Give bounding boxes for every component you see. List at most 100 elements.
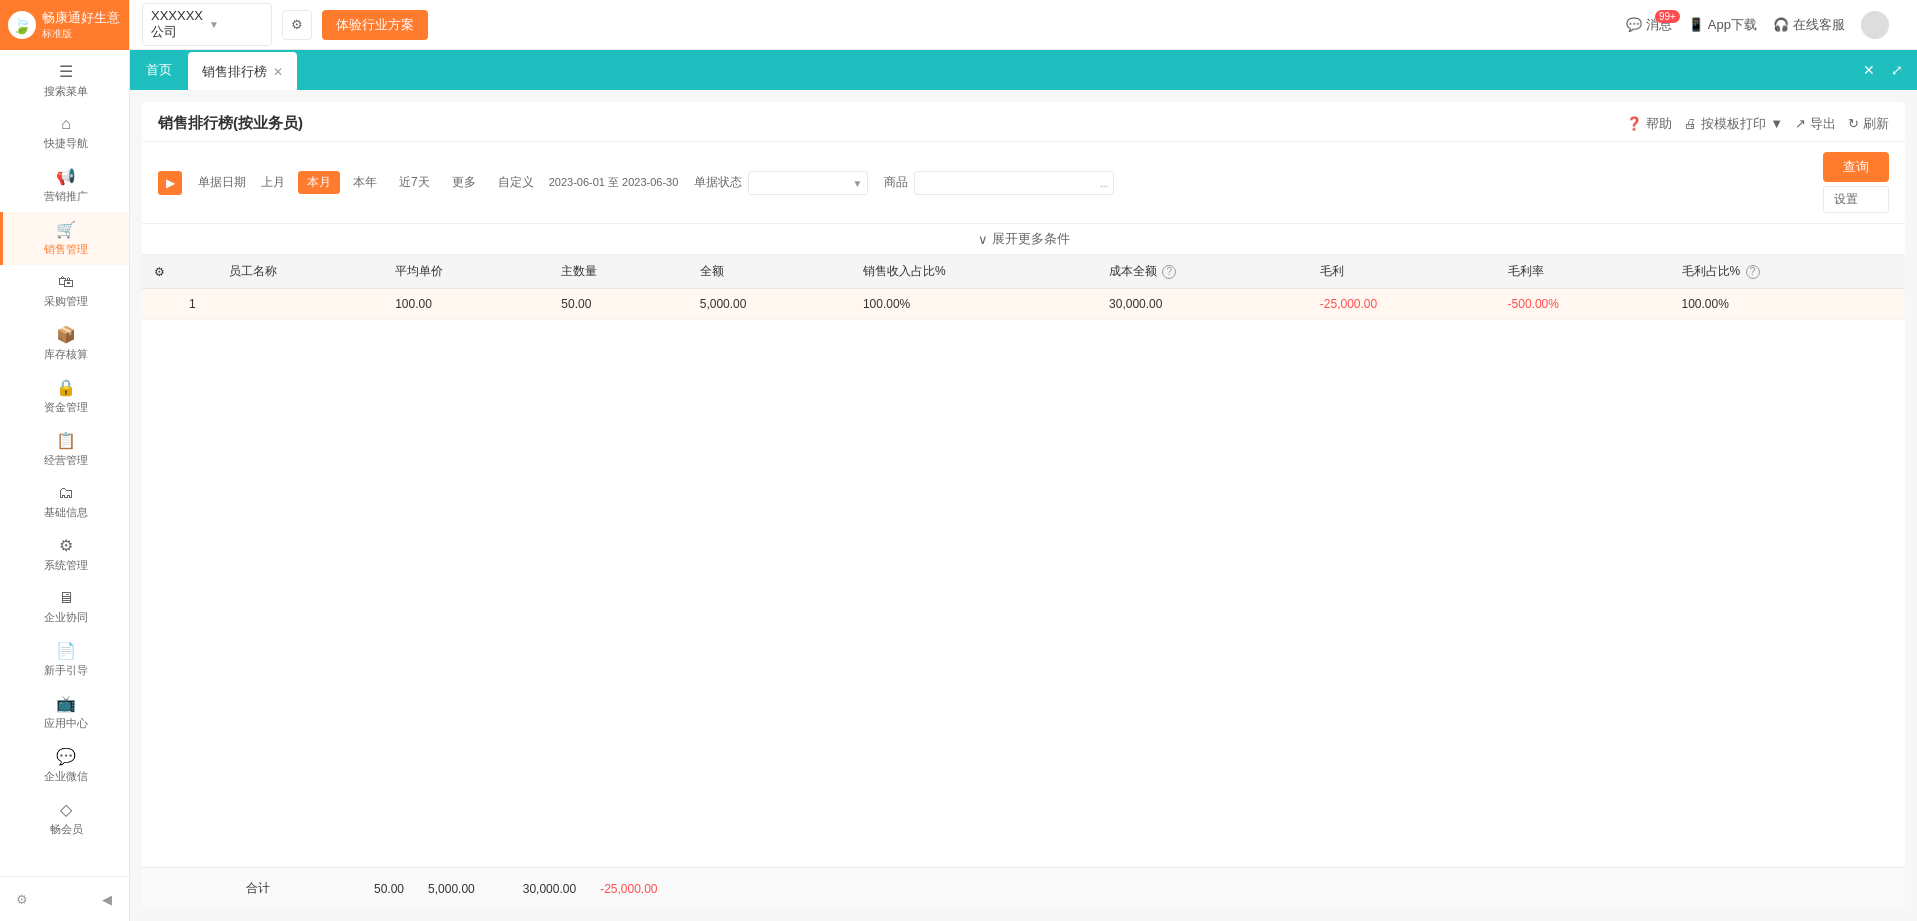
row-rank: 1 <box>177 289 217 320</box>
row-gross-rate: -500.00% <box>1496 289 1670 320</box>
sidebar-item-marketing[interactable]: 📢 营销推广 <box>0 159 129 212</box>
filter-toggle-btn[interactable]: ▶ <box>158 171 182 195</box>
sidebar-label-beginner-guide: 新手引导 <box>44 663 88 678</box>
page-header: 销售排行榜(按业务员) ❓ 帮助 🖨 按模板打印 ▼ ↗ 导出 <box>142 102 1905 142</box>
print-dropdown-arrow: ▼ <box>1770 116 1783 131</box>
help-btn[interactable]: ❓ 帮助 <box>1626 115 1672 133</box>
tab-sales-rank[interactable]: 销售排行榜 ✕ <box>188 52 297 92</box>
date-btn-更多[interactable]: 更多 <box>443 171 485 194</box>
message-btn[interactable]: 💬 消息 99+ <box>1626 16 1672 34</box>
sidebar-item-search-order[interactable]: ☰ 搜索菜单 <box>0 54 129 107</box>
sidebar-label-sales: 销售管理 <box>44 242 88 257</box>
sidebar-item-enterprise-collab[interactable]: 🖥 企业协同 <box>0 581 129 633</box>
sidebar-icon-purchase: 🛍 <box>58 273 74 291</box>
col-avg-price: 平均单价 <box>383 255 549 289</box>
date-btn-自定义[interactable]: 自定义 <box>489 171 543 194</box>
header-right: 💬 消息 99+ 📱 App下载 🎧 在线客服 <box>1626 11 1905 39</box>
row-amount: 5,000.00 <box>688 289 851 320</box>
footer-avg-price <box>282 885 362 893</box>
sidebar-item-app-center[interactable]: 📺 应用中心 <box>0 686 129 739</box>
footer-gross-rate <box>670 885 694 893</box>
col-name: 员工名称 <box>217 255 383 289</box>
row-name <box>217 289 383 320</box>
date-btn-近7天[interactable]: 近7天 <box>390 171 439 194</box>
app-icon: 📱 <box>1688 17 1704 32</box>
sidebar-label-search-order: 搜索菜单 <box>44 84 88 99</box>
sidebar-label-member: 畅会员 <box>50 822 83 837</box>
footer-label <box>154 885 234 893</box>
trial-btn[interactable]: 体验行业方案 <box>322 10 428 40</box>
status-label: 单据状态 <box>694 174 742 191</box>
app-download-btn[interactable]: 📱 App下载 <box>1688 16 1757 34</box>
help-icon: ❓ <box>1626 116 1642 131</box>
date-btn-本月[interactable]: 本月 <box>298 171 340 194</box>
sidebar-item-basic-info[interactable]: 🗂 基础信息 <box>0 476 129 528</box>
logo-text: 畅康通好生意 标准版 <box>42 10 120 40</box>
sidebar-icon-basic-info: 🗂 <box>58 484 74 502</box>
status-select[interactable] <box>748 171 868 195</box>
sidebar-icon-member: ◇ <box>60 800 72 819</box>
gross-pct-help-icon[interactable]: ? <box>1746 265 1760 279</box>
company-dropdown-arrow: ▼ <box>209 19 263 30</box>
sidebar-item-inventory[interactable]: 📦 库存核算 <box>0 317 129 370</box>
sidebar-collapse-btn[interactable]: ◀ <box>93 885 121 913</box>
message-icon: 💬 <box>1626 17 1642 32</box>
sidebar-item-beginner-guide[interactable]: 📄 新手引导 <box>0 633 129 686</box>
sidebar-item-enterprise-wechat[interactable]: 💬 企业微信 <box>0 739 129 792</box>
cost-help-icon[interactable]: ? <box>1162 265 1176 279</box>
table-container: ⚙ 员工名称 平均单价 主数量 全额 销售收入占比% 成本全额 ? 毛利 毛利率… <box>142 255 1905 867</box>
col-sales-pct: 销售收入占比% <box>851 255 1097 289</box>
company-selector[interactable]: XXXXXX公司 ▼ <box>142 3 272 46</box>
table-row: 1 100.00 50.00 5,000.00 100.00% 30,000.0… <box>142 289 1905 320</box>
row-quantity: 50.00 <box>549 289 687 320</box>
row-settings <box>142 289 177 320</box>
refresh-btn[interactable]: ↻ 刷新 <box>1848 115 1889 133</box>
tab-sales-rank-label: 销售排行榜 <box>202 63 267 81</box>
sidebar-icon-inventory: 📦 <box>56 325 76 344</box>
sidebar-icon-app-center: 📺 <box>56 694 76 713</box>
support-icon: 🎧 <box>1773 17 1789 32</box>
sidebar-icon-marketing: 📢 <box>56 167 76 186</box>
col-gross-rate: 毛利率 <box>1496 255 1670 289</box>
sidebar-label-app-center: 应用中心 <box>44 716 88 731</box>
sidebar-logo: 🍃 畅康通好生意 标准版 <box>0 0 129 50</box>
header-settings-btn[interactable]: ⚙ <box>282 10 312 40</box>
page-title: 销售排行榜(按业务员) <box>158 114 303 133</box>
print-btn[interactable]: 🖨 按模板打印 ▼ <box>1684 115 1783 133</box>
sidebar-label-quick-nav: 快捷导航 <box>44 136 88 151</box>
avatar[interactable] <box>1861 11 1889 39</box>
sidebar-item-sales[interactable]: 🛒 销售管理 <box>0 212 129 265</box>
col-settings[interactable]: ⚙ <box>142 255 177 289</box>
online-support-btn[interactable]: 🎧 在线客服 <box>1773 16 1845 34</box>
row-avg-price: 100.00 <box>383 289 549 320</box>
tab-expand-btn[interactable]: ⤢ <box>1885 58 1909 82</box>
sidebar-icon-operation: 📋 <box>56 431 76 450</box>
table-header-row: ⚙ 员工名称 平均单价 主数量 全额 销售收入占比% 成本全额 ? 毛利 毛利率… <box>142 255 1905 289</box>
date-btn-上月[interactable]: 上月 <box>252 171 294 194</box>
date-range-text: 2023-06-01 至 2023-06-30 <box>549 175 679 190</box>
query-btn[interactable]: 查询 <box>1823 152 1889 182</box>
sidebar-item-purchase[interactable]: 🛍 采购管理 <box>0 265 129 317</box>
tab-close-btn[interactable]: ✕ <box>273 65 283 79</box>
message-badge: 99+ <box>1655 10 1680 23</box>
status-select-wrap: ▼ <box>748 171 868 195</box>
sidebar-item-quick-nav[interactable]: ⌂ 快捷导航 <box>0 107 129 159</box>
sidebar-item-finance[interactable]: 🔒 资金管理 <box>0 370 129 423</box>
sidebar-settings-btn[interactable]: ⚙ <box>8 885 36 913</box>
tab-close-window-btn[interactable]: ✕ <box>1857 58 1881 82</box>
sidebar-item-member[interactable]: ◇ 畅会员 <box>0 792 129 845</box>
export-btn[interactable]: ↗ 导出 <box>1795 115 1836 133</box>
col-quantity: 主数量 <box>549 255 687 289</box>
sidebar-label-enterprise-collab: 企业协同 <box>44 610 88 625</box>
sidebar-item-system[interactable]: ⚙ 系统管理 <box>0 528 129 581</box>
filter-settings-btn[interactable]: 设置 <box>1823 186 1889 213</box>
tab-home[interactable]: 首页 <box>130 50 188 90</box>
date-btn-本年[interactable]: 本年 <box>344 171 386 194</box>
sidebar-icon-enterprise-collab: 🖥 <box>58 589 74 607</box>
page-actions: ❓ 帮助 🖨 按模板打印 ▼ ↗ 导出 ↻ 刷新 <box>1626 115 1889 133</box>
goods-input[interactable] <box>914 171 1114 195</box>
sidebar-item-operation[interactable]: 📋 经营管理 <box>0 423 129 476</box>
expand-conditions-btn[interactable]: ∨ 展开更多条件 <box>978 230 1070 248</box>
date-range-btns: 上月本月本年近7天更多自定义 <box>252 171 543 194</box>
row-cost: 30,000.00 <box>1097 289 1308 320</box>
